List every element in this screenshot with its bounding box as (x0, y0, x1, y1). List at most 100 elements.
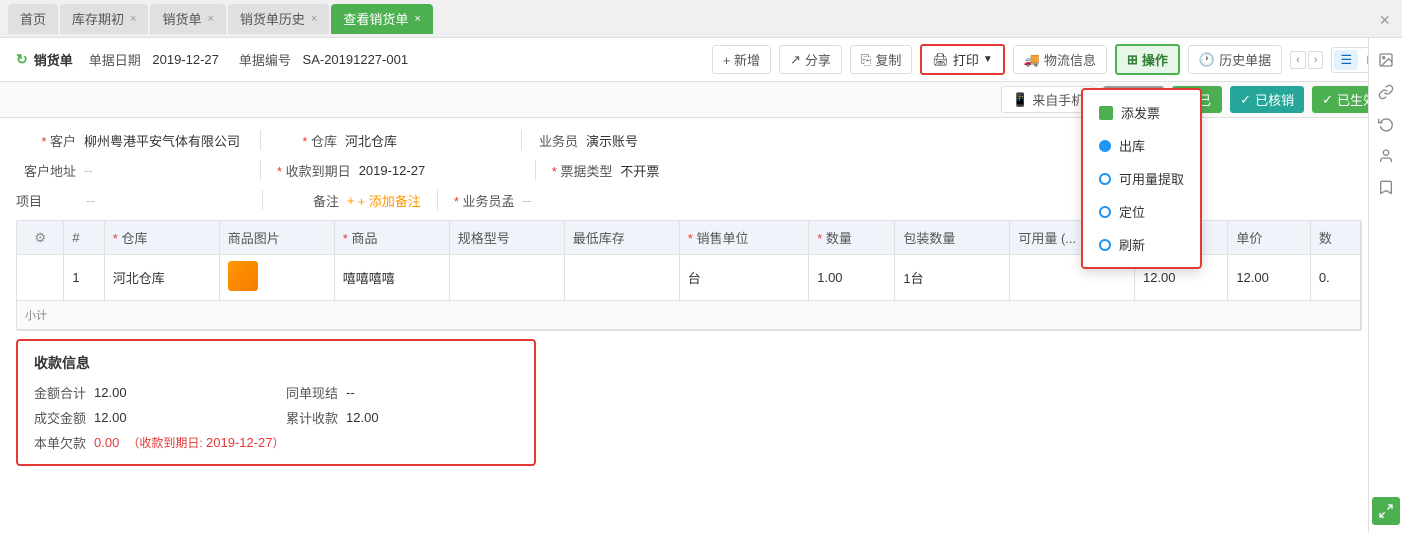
product-image (228, 261, 258, 291)
new-button[interactable]: + 新增 (712, 45, 771, 74)
add-note-button[interactable]: + + 添加备注 (347, 191, 421, 210)
print-icon: 🖨 (932, 52, 949, 68)
tab-sales-history-close[interactable]: × (311, 13, 317, 25)
project-value: -- (86, 193, 246, 208)
row-sales-unit: 台 (679, 255, 808, 301)
total-amount-value: 12.00 (94, 385, 127, 400)
logistics-button[interactable]: 🚚 物流信息 (1013, 45, 1107, 74)
outbound-item[interactable]: 出库 (1083, 129, 1200, 162)
payment-title: 收款信息 (34, 353, 518, 373)
settings-column-header[interactable]: ⚙ (17, 221, 64, 255)
quantity-column-header: 数量 (809, 221, 895, 255)
tab-sales-history[interactable]: 销货单历史 × (228, 4, 329, 34)
tab-sales-history-label: 销货单历史 (240, 9, 305, 28)
truck-icon: 🚚 (1024, 52, 1040, 68)
document-actions: + 新增 ↗ 分享 ⎘ 复制 🖨 打印 ▼ 🚚 物流信息 ⊞ 操作 🕐 历史单据… (712, 44, 1386, 75)
locate-label: 定位 (1119, 202, 1145, 221)
add-invoice-label: 添发票 (1121, 103, 1160, 122)
share-button[interactable]: ↗ 分享 (779, 45, 842, 74)
add-invoice-item[interactable]: 添发票 (1083, 96, 1200, 129)
window-close-button[interactable]: × (1379, 10, 1390, 31)
product-column-header: 商品 (334, 221, 449, 255)
tab-inventory-start[interactable]: 库存期初 × (60, 4, 148, 34)
arrears-value: 0.00 (94, 435, 119, 450)
row-pack-qty: 1台 (895, 255, 1010, 301)
list-view-button[interactable]: ☰ (1334, 50, 1358, 70)
available-qty-icon (1099, 173, 1111, 185)
share-icon: ↗ (790, 52, 801, 68)
salesperson-label: 业务员孟 (454, 191, 515, 210)
arrears-note: （收款到期日: 2019-12-27） (127, 434, 284, 451)
num-column-header: # (64, 221, 104, 255)
subtotal-row: 小计 (17, 301, 1361, 330)
history-icon: 🕐 (1199, 52, 1215, 68)
add-invoice-icon (1099, 106, 1113, 120)
expand-icon[interactable] (1372, 497, 1400, 525)
arrears-label: 本单欠款 (34, 433, 86, 452)
check-icon: ✓ (1322, 92, 1333, 108)
current-arrears-row: 本单欠款 0.00 （收款到期日: 2019-12-27） (34, 433, 518, 452)
row-amount: 0. (1310, 255, 1360, 301)
history-button[interactable]: 🕐 历史单据 (1188, 45, 1282, 74)
row-gear[interactable] (17, 255, 64, 301)
available-qty-item[interactable]: 可用量提取 (1083, 162, 1200, 195)
pack-qty-column-header: 包装数量 (895, 221, 1010, 255)
row-product: 嘻嘻嘻嘻 (334, 255, 449, 301)
operations-icon: ⊞ (1127, 52, 1138, 68)
tab-bar: 首页 库存期初 × 销货单 × 销货单历史 × 查看销货单 × × (0, 0, 1402, 38)
tab-home-label: 首页 (20, 9, 46, 28)
document-meta: 单据日期 2019-12-27 单据编号 SA-20191227-001 (89, 50, 696, 69)
bookmark-icon[interactable] (1372, 174, 1400, 202)
copy-icon: ⎘ (861, 52, 871, 68)
tab-home[interactable]: 首页 (8, 4, 58, 34)
plus-icon: + (347, 193, 355, 208)
cancelled-button[interactable]: ✓ 已核销 (1230, 86, 1304, 113)
image-icon[interactable] (1372, 46, 1400, 74)
user-icon[interactable] (1372, 142, 1400, 170)
min-stock-column-header: 最低库存 (564, 221, 679, 255)
tab-sales-order-close[interactable]: × (207, 13, 213, 25)
prev-button[interactable]: ‹ (1290, 51, 1306, 69)
print-button[interactable]: 🖨 打印 ▼ (920, 44, 1004, 75)
row-warehouse: 河北仓库 (104, 255, 219, 301)
locate-icon (1099, 206, 1111, 218)
accumulated-label: 累计收款 (286, 408, 338, 427)
payment-section: 收款信息 金额合计 12.00 同单现结 -- 成交金额 12.00 累计收款 … (16, 339, 536, 466)
locate-item[interactable]: 定位 (1083, 195, 1200, 228)
accumulated-value: 12.00 (346, 410, 379, 425)
address-value: -- (84, 163, 244, 178)
ticket-type-label: 票据类型 (552, 161, 613, 180)
same-order-value: -- (346, 385, 355, 400)
total-amount-row: 金额合计 12.00 (34, 383, 266, 402)
row-min-stock (564, 255, 679, 301)
tab-view-sales[interactable]: 查看销货单 × (331, 4, 432, 34)
unit-price-column-header: 单价 (1228, 221, 1311, 255)
customer-value: 柳州粤港平安气体有限公司 (84, 131, 244, 150)
refresh-label: 刷新 (1119, 235, 1145, 254)
warehouse-value: 河北仓库 (345, 131, 505, 150)
operations-button[interactable]: ⊞ 操作 (1115, 44, 1180, 75)
link-icon[interactable] (1372, 78, 1400, 106)
refresh-item[interactable]: 刷新 (1083, 228, 1200, 261)
right-sidebar (1368, 38, 1402, 533)
next-button[interactable]: › (1308, 51, 1324, 69)
row-quantity: 1.00 (809, 255, 895, 301)
tab-view-sales-label: 查看销货单 (343, 9, 408, 28)
row-num: 1 (64, 255, 104, 301)
warehouse-label: 仓库 (277, 131, 337, 150)
outbound-icon (1099, 140, 1111, 152)
total-amount-label: 金额合计 (34, 383, 86, 402)
available-qty-label: 可用量提取 (1119, 169, 1184, 188)
outbound-label: 出库 (1119, 136, 1145, 155)
refresh-icon (1099, 239, 1111, 251)
transaction-value: 12.00 (94, 410, 127, 425)
tab-inventory-label: 库存期初 (72, 9, 124, 28)
copy-button[interactable]: ⎘ 复制 (850, 45, 912, 74)
tab-view-sales-close[interactable]: × (414, 13, 420, 25)
tab-sales-order[interactable]: 销货单 × (150, 4, 225, 34)
tab-inventory-close[interactable]: × (130, 13, 136, 25)
rotate-icon[interactable] (1372, 110, 1400, 138)
due-date-value: 2019-12-27 (359, 163, 519, 178)
due-date-label: 收款到期日 (277, 161, 351, 180)
staff-value: 演示账号 (586, 131, 746, 150)
